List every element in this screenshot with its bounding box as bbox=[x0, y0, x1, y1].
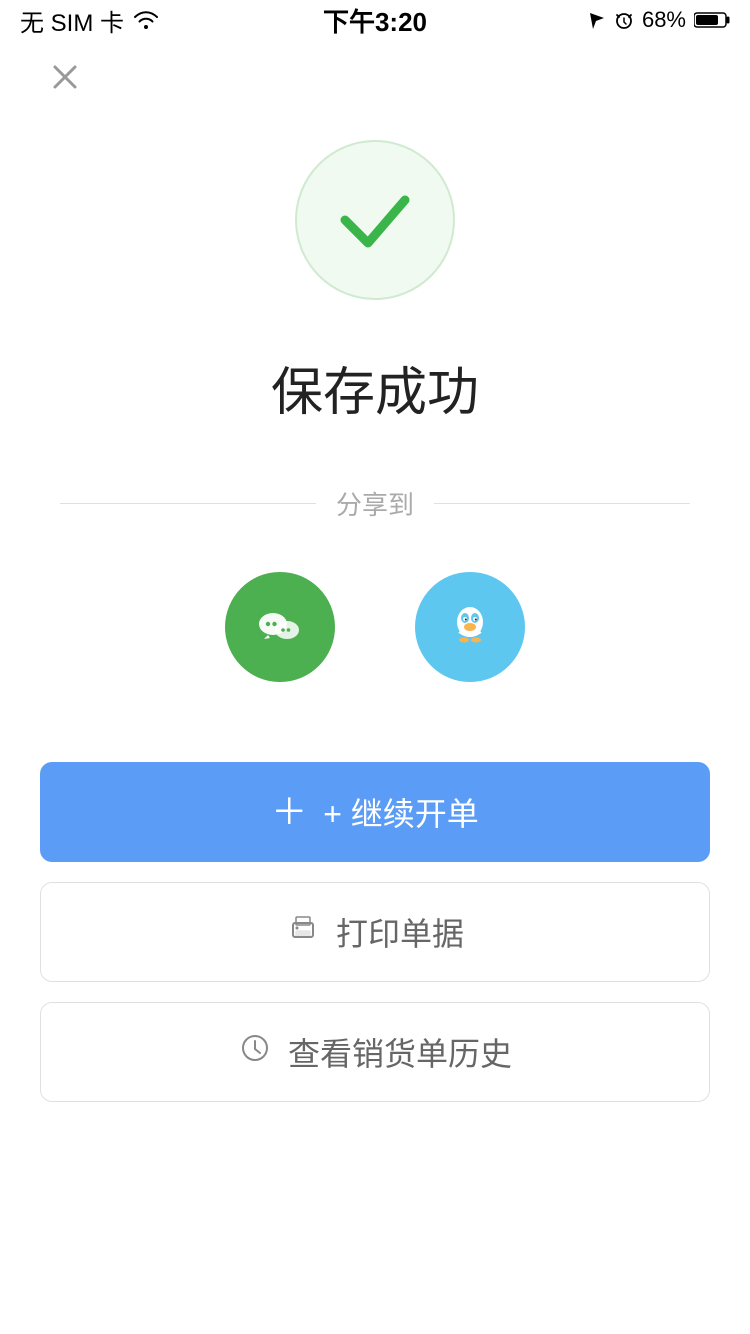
status-right: 68% bbox=[588, 7, 730, 33]
time-display: 下午3:20 bbox=[323, 2, 427, 39]
print-icon bbox=[286, 911, 320, 953]
continue-order-button[interactable]: ＋ + 继续开单 bbox=[40, 762, 710, 862]
qq-share-button[interactable] bbox=[415, 572, 525, 682]
share-icons-row bbox=[225, 572, 525, 682]
divider-line-right bbox=[434, 503, 690, 504]
no-sim-text: 无 SIM 卡 bbox=[20, 3, 124, 38]
main-content: 保存成功 分享到 bbox=[0, 40, 750, 1102]
success-circle bbox=[295, 140, 455, 300]
success-title: 保存成功 bbox=[271, 350, 479, 425]
close-icon bbox=[49, 61, 81, 93]
print-receipt-button[interactable]: 打印单据 bbox=[40, 882, 710, 982]
battery-text: 68% bbox=[642, 7, 686, 33]
battery-icon bbox=[694, 11, 730, 29]
checkmark-icon bbox=[330, 175, 420, 265]
qq-icon bbox=[437, 594, 503, 660]
share-divider: 分享到 bbox=[0, 485, 750, 522]
share-label: 分享到 bbox=[316, 485, 434, 522]
view-history-label: 查看销货单历史 bbox=[288, 1029, 512, 1075]
print-receipt-label: 打印单据 bbox=[336, 909, 464, 955]
actions-container: ＋ + 继续开单 打印单据 查看销货单历 bbox=[0, 762, 750, 1102]
wechat-share-button[interactable] bbox=[225, 572, 335, 682]
wifi-icon bbox=[132, 9, 160, 31]
location-icon bbox=[588, 11, 606, 29]
view-history-button[interactable]: 查看销货单历史 bbox=[40, 1002, 710, 1102]
wechat-icon bbox=[247, 594, 313, 660]
status-left: 无 SIM 卡 bbox=[20, 3, 160, 38]
divider-line-left bbox=[60, 503, 316, 504]
status-bar: 无 SIM 卡 下午3:20 68% bbox=[0, 0, 750, 40]
continue-order-label: + 继续开单 bbox=[323, 789, 479, 835]
clock-icon bbox=[238, 1031, 272, 1073]
close-button[interactable] bbox=[40, 52, 90, 102]
alarm-icon bbox=[614, 10, 634, 30]
plus-icon: ＋ bbox=[271, 794, 307, 830]
